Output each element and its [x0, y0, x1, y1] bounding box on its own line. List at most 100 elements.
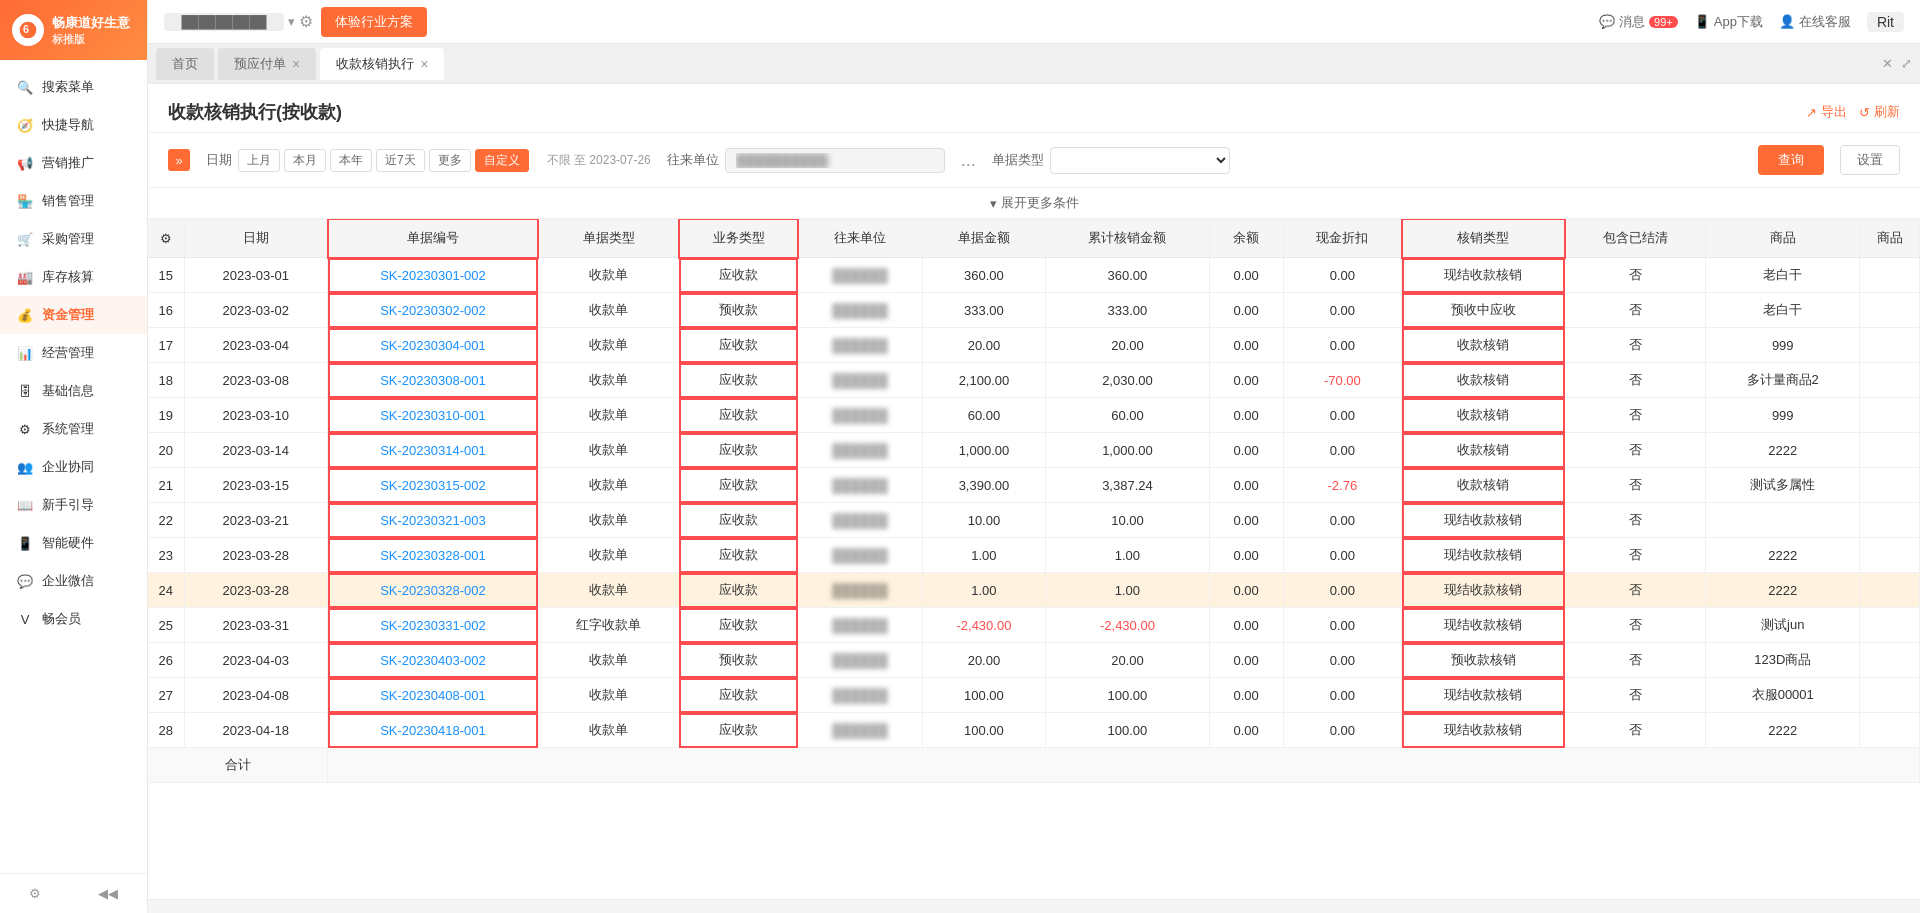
refresh-icon: ↺ [1859, 105, 1870, 120]
wechat-icon: 💬 [16, 572, 34, 590]
col-accum-amount[interactable]: 累计核销金额 [1046, 219, 1209, 258]
tabbar-expand-icon[interactable]: ⤢ [1901, 56, 1912, 71]
sidebar-item-guide[interactable]: 📖 新手引导 [0, 486, 147, 524]
doc-no-link[interactable]: SK-20230328-002 [380, 583, 486, 598]
filter-partner-input[interactable] [725, 148, 945, 173]
date-btn-this-year[interactable]: 本年 [330, 149, 372, 172]
col-goods[interactable]: 商品 [1706, 219, 1860, 258]
col-partner[interactable]: 往来单位 [798, 219, 922, 258]
tab-prepay-close[interactable]: × [292, 56, 300, 72]
sidebar-item-operations[interactable]: 📊 经营管理 [0, 334, 147, 372]
cell-num: 24 [148, 573, 184, 608]
money-icon: 💰 [16, 306, 34, 324]
col-biz-type[interactable]: 业务类型 [679, 219, 798, 258]
sidebar-gear-icon[interactable]: ⚙ [29, 886, 41, 901]
sidebar-item-collab[interactable]: 👥 企业协同 [0, 448, 147, 486]
cell-date: 2023-03-21 [184, 503, 328, 538]
setting-btn[interactable]: 设置 [1840, 145, 1900, 175]
cell-biz-type: 应收款 [679, 258, 798, 293]
tab-home[interactable]: 首页 [156, 48, 214, 80]
col-settings[interactable]: ⚙ [148, 219, 184, 258]
date-btn-custom[interactable]: 自定义 [475, 149, 529, 172]
sidebar-item-search[interactable]: 🔍 搜索菜单 [0, 68, 147, 106]
table-row: 23 2023-03-28 SK-20230328-001 收款单 应收款 ██… [148, 538, 1920, 573]
doc-no-link[interactable]: SK-20230301-002 [380, 268, 486, 283]
cell-biz-type: 应收款 [679, 503, 798, 538]
sidebar-item-inventory[interactable]: 🏭 库存核算 [0, 258, 147, 296]
cell-partner: ██████ [798, 398, 922, 433]
filter-dots[interactable]: ... [961, 150, 976, 171]
vip-icon: V [16, 610, 34, 628]
doc-no-link[interactable]: SK-20230408-001 [380, 688, 486, 703]
doc-no-link[interactable]: SK-20230308-001 [380, 373, 486, 388]
filter-toggle-btn[interactable]: » [168, 149, 190, 171]
cell-cash-discount: -2.76 [1283, 468, 1402, 503]
user-name-display[interactable]: Rit [1867, 12, 1904, 32]
cell-accum-amount: 1.00 [1046, 573, 1209, 608]
refresh-btn[interactable]: ↺ 刷新 [1859, 103, 1900, 121]
online-service-btn[interactable]: 👤 在线客服 [1779, 13, 1851, 31]
sidebar-item-system[interactable]: ⚙ 系统管理 [0, 410, 147, 448]
sidebar-item-device[interactable]: 📱 智能硬件 [0, 524, 147, 562]
message-btn[interactable]: 💬 消息 99+ [1599, 13, 1678, 31]
doc-no-link[interactable]: SK-20230304-001 [380, 338, 486, 353]
col-goods2[interactable]: 商品 [1860, 219, 1920, 258]
query-btn[interactable]: 查询 [1758, 145, 1824, 175]
cell-balance: 0.00 [1209, 363, 1283, 398]
tab-verify-close[interactable]: × [420, 56, 428, 72]
doc-no-link[interactable]: SK-20230315-002 [380, 478, 486, 493]
warehouse-icon: 🏭 [16, 268, 34, 286]
doc-no-link[interactable]: SK-20230403-002 [380, 653, 486, 668]
date-btn-7days[interactable]: 近7天 [376, 149, 425, 172]
cell-cash-discount: 0.00 [1283, 678, 1402, 713]
col-verify-type[interactable]: 核销类型 [1402, 219, 1565, 258]
col-date[interactable]: 日期 [184, 219, 328, 258]
col-balance[interactable]: 余额 [1209, 219, 1283, 258]
app-download-btn[interactable]: 📱 App下载 [1694, 13, 1763, 31]
dropdown-icon[interactable]: ▾ [288, 14, 295, 29]
export-btn[interactable]: ↗ 导出 [1806, 103, 1847, 121]
sidebar-item-sales[interactable]: 🏪 销售管理 [0, 182, 147, 220]
tab-prepay[interactable]: 预应付单 × [218, 48, 316, 80]
phone-icon: 📱 [1694, 14, 1710, 29]
col-cash-discount[interactable]: 现金折扣 [1283, 219, 1402, 258]
doc-no-link[interactable]: SK-20230331-002 [380, 618, 486, 633]
solution-btn[interactable]: 体验行业方案 [321, 7, 427, 37]
sidebar-item-basic[interactable]: 🗄 基础信息 [0, 372, 147, 410]
cell-partner: ██████ [798, 468, 922, 503]
cell-biz-type: 应收款 [679, 713, 798, 748]
doc-no-link[interactable]: SK-20230418-001 [380, 723, 486, 738]
sidebar-item-finance[interactable]: 💰 资金管理 [0, 296, 147, 334]
doc-no-link[interactable]: SK-20230328-001 [380, 548, 486, 563]
tab-verify[interactable]: 收款核销执行 × [320, 48, 444, 80]
cell-goods: 多计量商品2 [1706, 363, 1860, 398]
col-has-settled[interactable]: 包含已结清 [1565, 219, 1706, 258]
sidebar-item-vip[interactable]: V 畅会员 [0, 600, 147, 638]
date-btn-more[interactable]: 更多 [429, 149, 471, 172]
table-row: 17 2023-03-04 SK-20230304-001 收款单 应收款 ██… [148, 328, 1920, 363]
expand-more-btn[interactable]: ▾ 展开更多条件 [148, 188, 1920, 219]
sidebar-item-marketing[interactable]: 📢 营销推广 [0, 144, 147, 182]
doc-no-link[interactable]: SK-20230310-001 [380, 408, 486, 423]
sidebar-item-wechat[interactable]: 💬 企业微信 [0, 562, 147, 600]
sidebar-item-purchase[interactable]: 🛒 采购管理 [0, 220, 147, 258]
service-icon: 👤 [1779, 14, 1795, 29]
sidebar-collapse-btn[interactable]: ◀◀ [98, 886, 118, 901]
tabbar-close-icon[interactable]: ✕ [1882, 56, 1893, 71]
doc-no-link[interactable]: SK-20230314-001 [380, 443, 486, 458]
date-btn-last-month[interactable]: 上月 [238, 149, 280, 172]
compass-icon: 🧭 [16, 116, 34, 134]
settings-topbar-icon[interactable]: ⚙ [299, 12, 313, 31]
cell-doc-type: 收款单 [538, 643, 679, 678]
col-doc-type[interactable]: 单据类型 [538, 219, 679, 258]
doc-no-link[interactable]: SK-20230321-003 [380, 513, 486, 528]
filter-doctype-select[interactable] [1050, 147, 1230, 174]
col-amount[interactable]: 单据金额 [922, 219, 1046, 258]
bottom-scrollbar[interactable] [148, 899, 1920, 913]
doc-no-link[interactable]: SK-20230302-002 [380, 303, 486, 318]
cell-date: 2023-03-08 [184, 363, 328, 398]
col-doc-no[interactable]: 单据编号 [328, 219, 539, 258]
sidebar-item-nav[interactable]: 🧭 快捷导航 [0, 106, 147, 144]
date-btn-this-month[interactable]: 本月 [284, 149, 326, 172]
brand-name[interactable]: ██████████ [164, 13, 284, 31]
